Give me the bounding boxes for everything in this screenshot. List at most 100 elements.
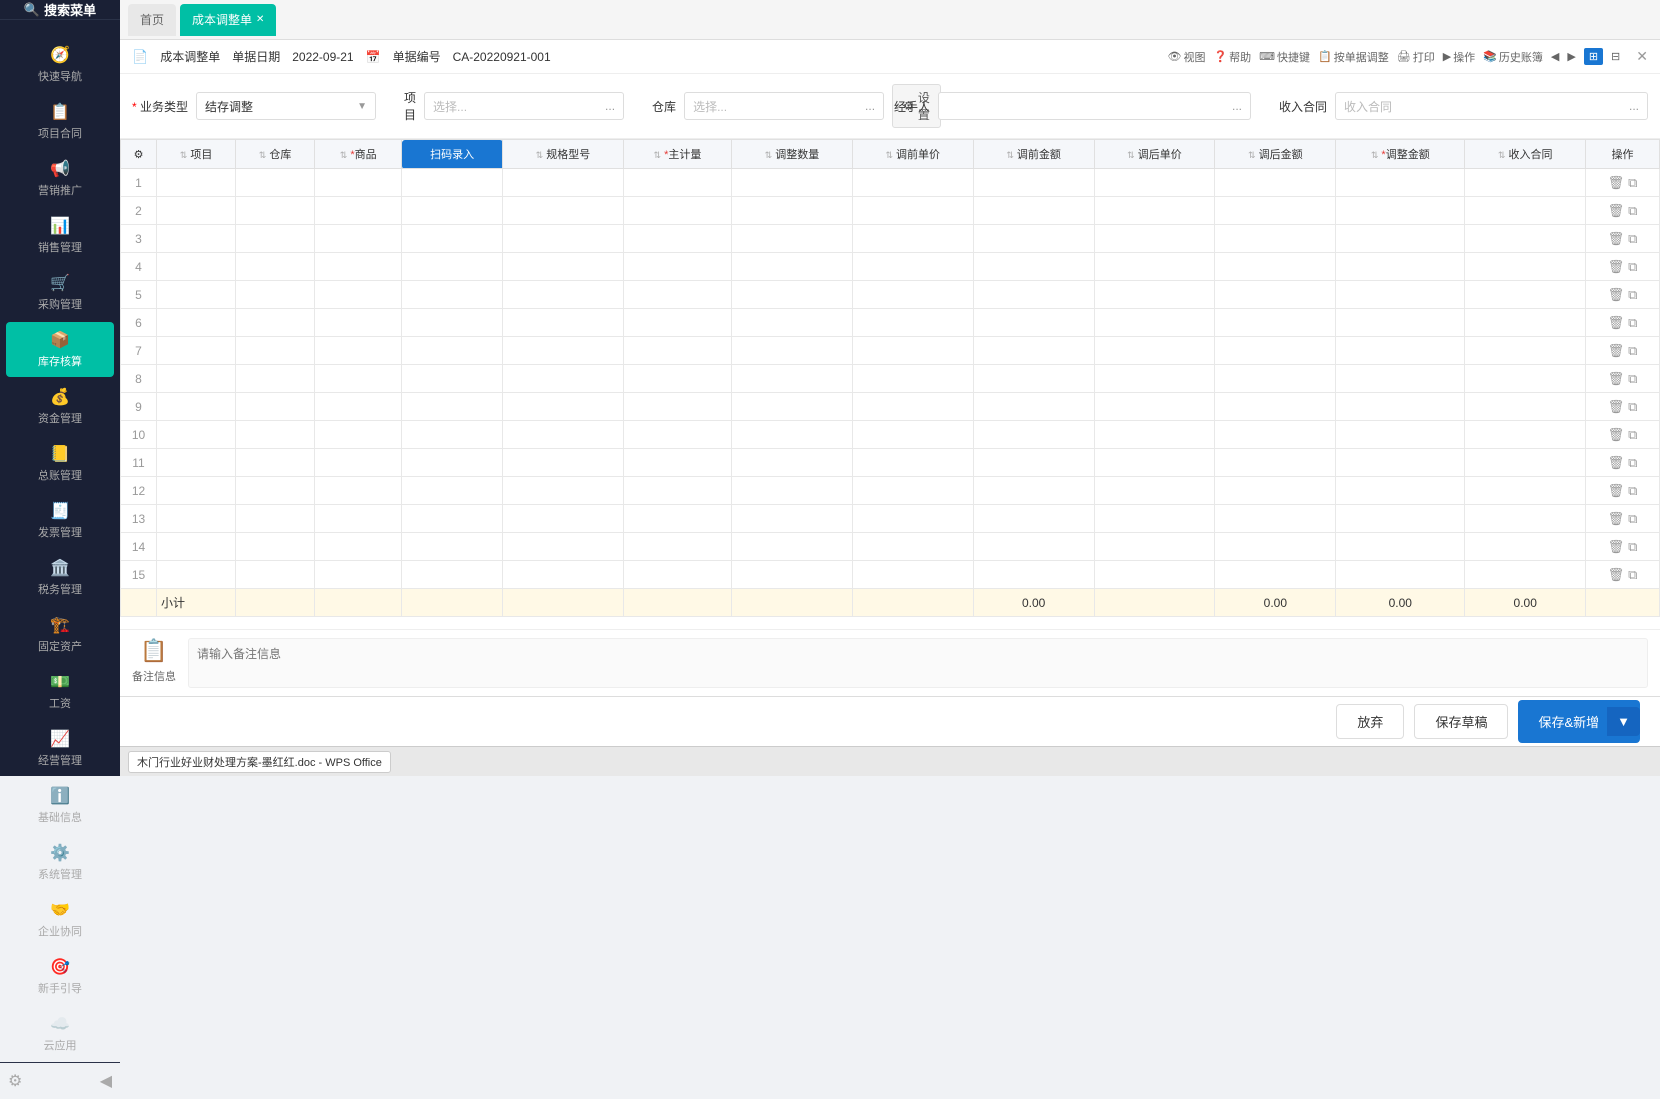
table-cell[interactable] <box>731 281 852 309</box>
table-cell[interactable] <box>731 309 852 337</box>
table-cell[interactable] <box>1215 393 1336 421</box>
table-cell[interactable] <box>236 561 315 589</box>
table-cell[interactable] <box>852 365 973 393</box>
table-cell[interactable] <box>852 533 973 561</box>
table-cell[interactable] <box>1465 393 1586 421</box>
delete-icon[interactable]: 🗑 <box>1608 511 1625 527</box>
delete-icon[interactable]: 🗑 <box>1608 371 1625 387</box>
sidebar-item-capital-mgmt[interactable]: 💰 资金管理 <box>6 379 114 434</box>
table-cell[interactable] <box>973 197 1094 225</box>
delete-icon[interactable]: 🗑 <box>1608 315 1625 331</box>
table-cell[interactable] <box>973 365 1094 393</box>
copy-icon[interactable]: ⧉ <box>1628 511 1637 527</box>
sidebar-item-ops-mgmt[interactable]: 📈 经营管理 <box>6 721 114 776</box>
sidebar-item-enterprise-coop[interactable]: 🤝 企业协同 <box>6 892 114 947</box>
table-cell[interactable] <box>157 253 236 281</box>
table-cell[interactable] <box>503 533 624 561</box>
table-cell[interactable] <box>1094 393 1215 421</box>
table-cell[interactable] <box>402 505 503 533</box>
table-cell[interactable] <box>315 449 402 477</box>
tab-cost-adjust[interactable]: 成本调整单 ✕ <box>180 4 276 36</box>
sidebar-item-sales-promotion[interactable]: 📢 营销推广 <box>6 151 114 206</box>
table-cell[interactable] <box>1465 449 1586 477</box>
warehouse-dots[interactable]: ... <box>865 99 875 113</box>
table-cell[interactable] <box>731 253 852 281</box>
handler-dots[interactable]: ... <box>1232 99 1242 113</box>
table-cell[interactable] <box>1336 225 1465 253</box>
table-cell[interactable] <box>1215 505 1336 533</box>
table-cell[interactable] <box>402 281 503 309</box>
table-cell[interactable] <box>402 337 503 365</box>
table-cell[interactable] <box>623 505 731 533</box>
copy-icon[interactable]: ⧉ <box>1628 455 1637 471</box>
table-cell[interactable] <box>623 225 731 253</box>
table-cell[interactable] <box>1215 197 1336 225</box>
table-cell[interactable] <box>852 421 973 449</box>
table-cell[interactable] <box>731 169 852 197</box>
table-cell[interactable] <box>1215 477 1336 505</box>
table-cell[interactable] <box>852 253 973 281</box>
table-cell[interactable] <box>1465 281 1586 309</box>
table-cell[interactable] <box>1094 533 1215 561</box>
sidebar-item-cloud-apps[interactable]: ☁️ 云应用 <box>6 1006 114 1061</box>
table-cell[interactable] <box>1094 477 1215 505</box>
table-cell[interactable] <box>1215 169 1336 197</box>
table-cell[interactable] <box>1094 281 1215 309</box>
taskbar-item[interactable]: 木门行业好业财处理方案-墨红红.doc - WPS Office <box>128 751 391 773</box>
sidebar-item-purchase-mgmt[interactable]: 🛒 采购管理 <box>6 265 114 320</box>
table-cell[interactable] <box>1094 365 1215 393</box>
sidebar-item-ledger-mgmt[interactable]: 📒 总账管理 <box>6 436 114 491</box>
table-cell[interactable] <box>315 533 402 561</box>
note-icon-area[interactable]: 📋 备注信息 <box>132 638 176 684</box>
table-cell[interactable] <box>973 225 1094 253</box>
sidebar-search-label[interactable]: 搜索菜单 <box>44 0 96 19</box>
delete-icon[interactable]: 🗑 <box>1608 567 1625 583</box>
table-cell[interactable] <box>315 197 402 225</box>
table-cell[interactable] <box>503 365 624 393</box>
table-cell[interactable] <box>852 309 973 337</box>
table-cell[interactable] <box>1465 197 1586 225</box>
income-contract-input[interactable]: 收入合同 ... <box>1335 92 1648 120</box>
table-cell[interactable] <box>852 225 973 253</box>
table-cell[interactable] <box>315 281 402 309</box>
table-cell[interactable] <box>1465 533 1586 561</box>
table-cell[interactable] <box>503 393 624 421</box>
table-cell[interactable] <box>315 505 402 533</box>
table-cell[interactable] <box>503 421 624 449</box>
table-cell[interactable] <box>315 225 402 253</box>
delete-icon[interactable]: 🗑 <box>1608 455 1625 471</box>
next-btn[interactable]: ▶ <box>1567 50 1575 63</box>
table-cell[interactable] <box>1094 561 1215 589</box>
table-cell[interactable] <box>1215 281 1336 309</box>
table-cell[interactable] <box>973 533 1094 561</box>
table-cell[interactable] <box>402 197 503 225</box>
table-cell[interactable] <box>236 337 315 365</box>
sidebar-item-fixed-assets[interactable]: 🏗️ 固定资产 <box>6 607 114 662</box>
copy-icon[interactable]: ⧉ <box>1628 287 1637 303</box>
table-cell[interactable] <box>1336 365 1465 393</box>
sidebar-item-sales-mgmt[interactable]: 📊 销售管理 <box>6 208 114 263</box>
view-btn[interactable]: 👁 视图 <box>1167 49 1205 65</box>
table-cell[interactable] <box>1094 337 1215 365</box>
table-cell[interactable] <box>1215 421 1336 449</box>
copy-icon[interactable]: ⧉ <box>1628 539 1637 555</box>
table-cell[interactable] <box>1465 337 1586 365</box>
table-cell[interactable] <box>623 477 731 505</box>
table-cell[interactable] <box>1336 169 1465 197</box>
table-cell[interactable] <box>402 393 503 421</box>
table-cell[interactable] <box>402 309 503 337</box>
table-cell[interactable] <box>236 477 315 505</box>
project-dots[interactable]: ... <box>605 99 615 113</box>
table-cell[interactable] <box>503 505 624 533</box>
table-cell[interactable] <box>503 253 624 281</box>
table-cell[interactable] <box>1465 561 1586 589</box>
table-cell[interactable] <box>973 421 1094 449</box>
table-cell[interactable] <box>1465 477 1586 505</box>
table-cell[interactable] <box>623 421 731 449</box>
table-cell[interactable] <box>1215 337 1336 365</box>
table-cell[interactable] <box>1094 225 1215 253</box>
sidebar-item-invoice-mgmt[interactable]: 🧾 发票管理 <box>6 493 114 548</box>
table-cell[interactable] <box>623 561 731 589</box>
sidebar-item-new-guide[interactable]: 🎯 新手引导 <box>6 949 114 1004</box>
table-cell[interactable] <box>731 505 852 533</box>
